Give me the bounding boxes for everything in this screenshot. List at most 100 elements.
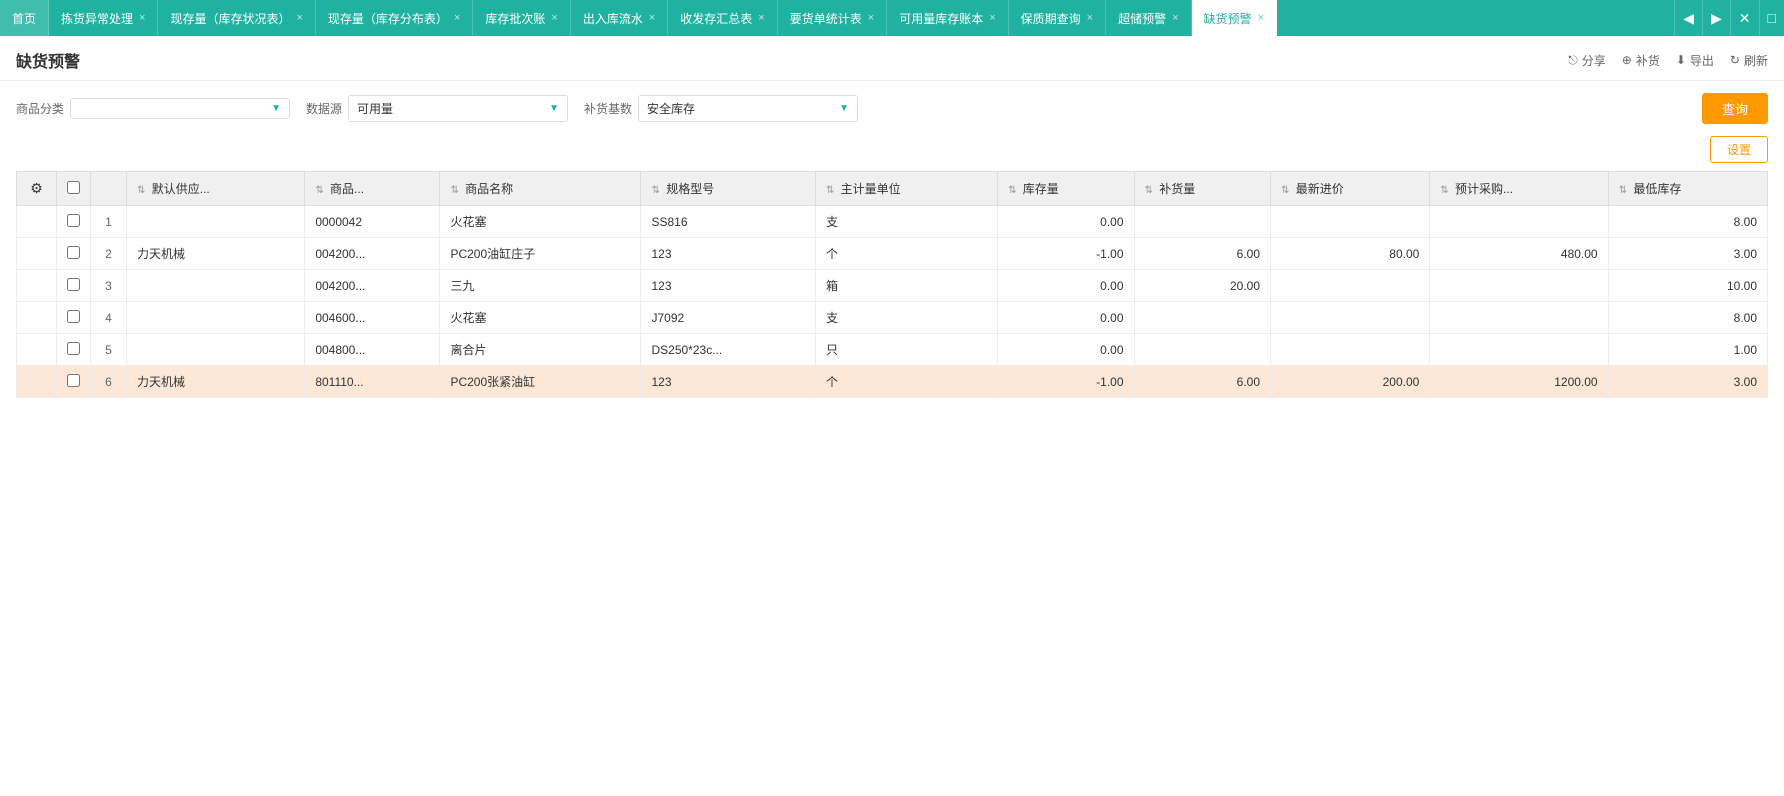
tab-prev-button[interactable]: ◀ — [1674, 0, 1702, 36]
tab-inout-flow[interactable]: 出入库流水 × — [571, 0, 668, 36]
tab-close-overstock[interactable]: × — [1172, 12, 1178, 24]
column-gear[interactable]: ⚙ — [17, 172, 57, 206]
row-checkbox-cell-5[interactable] — [57, 366, 91, 398]
row-name-3: 火花塞 — [440, 302, 641, 334]
export-button[interactable]: ⬇ 导出 — [1676, 52, 1714, 69]
row-replenish-1: 6.00 — [1134, 238, 1270, 270]
row-checkbox-cell-4[interactable] — [57, 334, 91, 366]
row-est-3 — [1430, 302, 1608, 334]
row-gear-4 — [17, 334, 57, 366]
column-spec[interactable]: ⇅ 规格型号 — [641, 172, 815, 206]
column-unit[interactable]: ⇅ 主计量单位 — [815, 172, 997, 206]
tab-demand-stats[interactable]: 要货单统计表 × — [778, 0, 887, 36]
tab-expiry-query[interactable]: 保质期查询 × — [1009, 0, 1106, 36]
tab-maximize-button[interactable]: □ — [1759, 0, 1784, 36]
column-replenish-qty[interactable]: ⇅ 补货量 — [1134, 172, 1270, 206]
table-row: 2 力天机械 004200... PC200油缸庄子 123 个 -1.00 6… — [17, 238, 1768, 270]
row-code-0: 0000042 — [305, 206, 440, 238]
tab-close-inventory-dist[interactable]: × — [454, 12, 460, 24]
category-select[interactable]: ▼ — [70, 98, 290, 119]
replenish-button[interactable]: ⊕ 补货 — [1622, 52, 1660, 69]
tab-home[interactable]: 首页 — [0, 0, 49, 36]
share-button[interactable]: ⎋ 分享 — [1568, 52, 1606, 69]
row-unit-5: 个 — [815, 366, 997, 398]
gear-icon[interactable]: ⚙ — [30, 180, 43, 196]
row-num-4: 5 — [91, 334, 127, 366]
tab-close-inventory-status[interactable]: × — [296, 12, 302, 24]
sort-icon-spec: ⇅ — [651, 185, 659, 196]
column-default-supplier[interactable]: ⇅ 默认供应... — [127, 172, 305, 206]
tab-abnormal[interactable]: 拣货异常处理 × — [49, 0, 158, 36]
row-checkbox-5[interactable] — [67, 374, 80, 387]
row-min-3: 8.00 — [1608, 302, 1767, 334]
settings-button[interactable]: 设置 — [1710, 136, 1768, 163]
row-stock-0: 0.00 — [998, 206, 1134, 238]
row-stock-3: 0.00 — [998, 302, 1134, 334]
row-stock-4: 0.00 — [998, 334, 1134, 366]
row-gear-0 — [17, 206, 57, 238]
row-price-3 — [1271, 302, 1430, 334]
replenish-base-select[interactable]: 安全库存 ▼ — [638, 95, 858, 122]
row-replenish-0 — [1134, 206, 1270, 238]
tab-close-demand-stats[interactable]: × — [868, 12, 874, 24]
tab-close-batch-account[interactable]: × — [551, 12, 557, 24]
tab-overstock[interactable]: 超储预警 × — [1106, 0, 1191, 36]
row-checkbox-0[interactable] — [67, 214, 80, 227]
column-product-name[interactable]: ⇅ 商品名称 — [440, 172, 641, 206]
tab-close-shortage[interactable]: × — [1258, 12, 1264, 24]
query-button[interactable]: 查询 — [1702, 93, 1768, 124]
refresh-button[interactable]: ↻ 刷新 — [1730, 52, 1768, 69]
row-price-5: 200.00 — [1271, 366, 1430, 398]
row-est-1: 480.00 — [1430, 238, 1608, 270]
row-spec-5: 123 — [641, 366, 815, 398]
row-checkbox-cell-1[interactable] — [57, 238, 91, 270]
row-checkbox-4[interactable] — [67, 342, 80, 355]
row-checkbox-2[interactable] — [67, 278, 80, 291]
row-min-2: 10.00 — [1608, 270, 1767, 302]
sort-icon-min: ⇅ — [1619, 185, 1627, 196]
datasource-select[interactable]: 可用量 ▼ — [348, 95, 568, 122]
row-stock-2: 0.00 — [998, 270, 1134, 302]
column-stock-qty[interactable]: ⇅ 库存量 — [998, 172, 1134, 206]
tab-close-available-ledger[interactable]: × — [989, 12, 995, 24]
row-est-5: 1200.00 — [1430, 366, 1608, 398]
row-checkbox-cell-3[interactable] — [57, 302, 91, 334]
row-checkbox-cell-2[interactable] — [57, 270, 91, 302]
tab-batch-account[interactable]: 库存批次账 × — [473, 0, 570, 36]
page-header: 缺货预警 ⎋ 分享 ⊕ 补货 ⬇ 导出 ↻ 刷新 — [0, 36, 1784, 81]
row-min-5: 3.00 — [1608, 366, 1767, 398]
replenish-icon: ⊕ — [1622, 53, 1632, 67]
row-checkbox-1[interactable] — [67, 246, 80, 259]
tab-close-abnormal[interactable]: × — [139, 12, 145, 24]
tab-close-current-button[interactable]: ✕ — [1730, 0, 1759, 36]
row-unit-0: 支 — [815, 206, 997, 238]
tab-inventory-dist[interactable]: 现存量（库存分布表） × — [316, 0, 473, 36]
datasource-dropdown-icon: ▼ — [549, 103, 559, 114]
column-product-code[interactable]: ⇅ 商品... — [305, 172, 440, 206]
tab-receipt-summary[interactable]: 收发存汇总表 × — [668, 0, 777, 36]
row-gear-3 — [17, 302, 57, 334]
tab-next-button[interactable]: ▶ — [1702, 0, 1730, 36]
table-header: ⚙ ⇅ 默认供应... ⇅ 商品... ⇅ — [17, 172, 1768, 206]
tab-close-expiry-query[interactable]: × — [1087, 12, 1093, 24]
row-checkbox-cell-0[interactable] — [57, 206, 91, 238]
select-all-checkbox[interactable] — [67, 181, 80, 194]
row-checkbox-3[interactable] — [67, 310, 80, 323]
row-price-1: 80.00 — [1271, 238, 1430, 270]
tab-available-ledger[interactable]: 可用量库存账本 × — [887, 0, 1008, 36]
row-num-1: 2 — [91, 238, 127, 270]
column-checkbox[interactable] — [57, 172, 91, 206]
column-latest-price[interactable]: ⇅ 最新进价 — [1271, 172, 1430, 206]
table-body: 1 0000042 火花塞 SS816 支 0.00 8.00 2 力天机械 0… — [17, 206, 1768, 398]
column-est-purchase[interactable]: ⇅ 预计采购... — [1430, 172, 1608, 206]
tab-close-receipt-summary[interactable]: × — [758, 12, 764, 24]
tab-shortage[interactable]: 缺货预警 × — [1192, 0, 1277, 36]
row-num-2: 3 — [91, 270, 127, 302]
tab-close-inout-flow[interactable]: × — [649, 12, 655, 24]
row-supplier-0 — [127, 206, 305, 238]
sort-icon-unit: ⇅ — [826, 185, 834, 196]
column-min-stock[interactable]: ⇅ 最低库存 — [1608, 172, 1767, 206]
tab-inventory-status[interactable]: 现存量（库存状况表） × — [158, 0, 315, 36]
header-actions: ⎋ 分享 ⊕ 补货 ⬇ 导出 ↻ 刷新 — [1568, 52, 1768, 69]
row-spec-4: DS250*23c... — [641, 334, 815, 366]
